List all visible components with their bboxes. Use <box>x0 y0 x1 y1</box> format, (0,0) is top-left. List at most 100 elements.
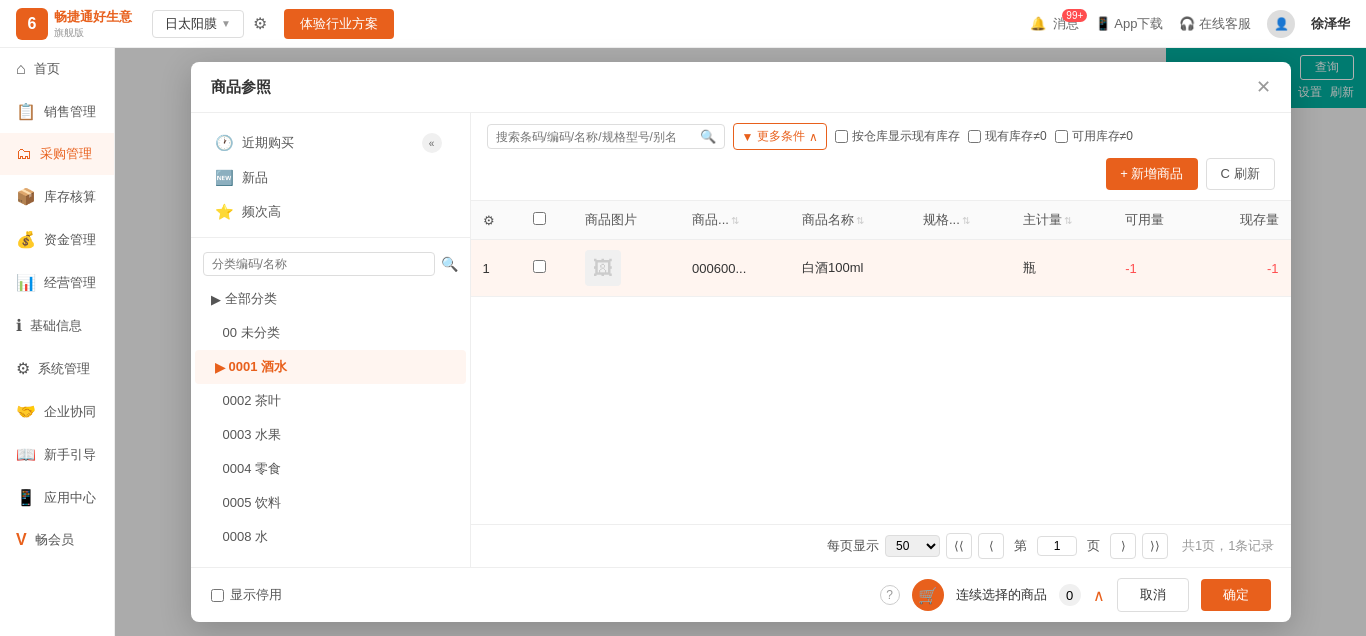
add-product-button[interactable]: + 新增商品 <box>1106 158 1197 190</box>
th-spec[interactable]: 规格...⇅ <box>911 201 1011 240</box>
new-icon: 🆕 <box>215 169 234 187</box>
page-last-btn[interactable]: ⟩⟩ <box>1142 533 1168 559</box>
confirm-button[interactable]: 确定 <box>1201 579 1271 611</box>
filter-recent[interactable]: 🕐 近期购买 « <box>203 125 458 161</box>
th-code[interactable]: 商品...⇅ <box>680 201 790 240</box>
per-page-label: 每页显示 <box>827 537 879 555</box>
checkbox-available-input[interactable] <box>1055 130 1068 143</box>
sidebar-item-basic-info[interactable]: ℹ 基础信息 <box>0 304 114 347</box>
filter-frequent[interactable]: ⭐ 频次高 <box>203 195 458 229</box>
cat-0010[interactable]: 0010 家电 <box>195 554 466 555</box>
row-img-cell: 🖼 <box>573 240 680 297</box>
topbar-right: 🔔 99+ 消息 📱 App下载 🎧 在线客服 👤 徐泽华 <box>1030 10 1350 38</box>
quick-filter-group: 🕐 近期购买 « 🆕 新品 ⭐ 频次高 <box>191 125 470 229</box>
cat-0008[interactable]: 0008 水 <box>195 520 466 554</box>
sidebar-item-home[interactable]: ⌂ 首页 <box>0 48 114 90</box>
cat-all[interactable]: ▶ 全部分类 <box>195 282 466 316</box>
cat-0005[interactable]: 0005 饮料 <box>195 486 466 520</box>
cat-0003[interactable]: 0003 水果 <box>195 418 466 452</box>
sidebar-item-purchase[interactable]: 🗂 采购管理 <box>0 133 114 175</box>
product-reference-modal: 商品参照 ✕ 🕐 近期购买 « 🆕 新品 ⭐ <box>191 62 1291 622</box>
th-settings[interactable]: ⚙ <box>471 201 522 240</box>
th-checkbox[interactable] <box>521 201 573 240</box>
sidebar-item-business[interactable]: 📊 经营管理 <box>0 261 114 304</box>
cat-label-0004: 0004 零食 <box>223 460 282 478</box>
show-disabled-checkbox[interactable] <box>211 589 224 602</box>
checkbox-stock-input[interactable] <box>968 130 981 143</box>
product-search-icon[interactable]: 🔍 <box>700 129 716 144</box>
frequent-icon: ⭐ <box>215 203 234 221</box>
category-search-icon[interactable]: 🔍 <box>441 256 458 272</box>
per-page-select[interactable]: 50 100 200 <box>885 535 940 557</box>
cart-icon[interactable]: 🛒 <box>912 579 944 611</box>
page-first-btn[interactable]: ⟨⟨ <box>946 533 972 559</box>
notification-bell[interactable]: 🔔 99+ 消息 <box>1030 15 1080 33</box>
row-checkbox[interactable] <box>533 260 546 273</box>
category-search-row: 🔍 <box>191 246 470 282</box>
help-icon[interactable]: ? <box>880 585 900 605</box>
checkbox-stock-nonzero[interactable]: 现有库存≠0 <box>968 128 1046 145</box>
row-no: 1 <box>471 240 522 297</box>
app-download[interactable]: 📱 App下载 <box>1095 15 1163 33</box>
sidebar-item-finance[interactable]: 💰 资金管理 <box>0 218 114 261</box>
settings-icon[interactable]: ⚙ <box>244 8 276 40</box>
checkbox-available-nonzero[interactable]: 可用库存≠0 <box>1055 128 1133 145</box>
show-disabled-label[interactable]: 显示停用 <box>211 586 282 604</box>
cat-label-all: 全部分类 <box>225 290 277 308</box>
category-search-input[interactable] <box>203 252 435 276</box>
filter-new[interactable]: 🆕 新品 <box>203 161 458 195</box>
sidebar-label-sales: 销售管理 <box>44 103 96 121</box>
cat-label-00: 00 未分类 <box>223 324 280 342</box>
checkbox-warehouse[interactable]: 按仓库显示现有库存 <box>835 128 960 145</box>
user-name[interactable]: 徐泽华 <box>1311 15 1350 33</box>
th-name[interactable]: 商品名称⇅ <box>790 201 911 240</box>
sidebar-item-sales[interactable]: 📋 销售管理 <box>0 90 114 133</box>
page-prev-btn[interactable]: ⟨ <box>978 533 1004 559</box>
online-service[interactable]: 🎧 在线客服 <box>1179 15 1251 33</box>
select-all-checkbox[interactable] <box>533 212 546 225</box>
refresh-button[interactable]: C 刷新 <box>1206 158 1275 190</box>
table-header-row: ⚙ 商品图片 商品...⇅ 商品名称⇅ 规格...⇅ 主计量⇅ 可用量 现存量 <box>471 201 1291 240</box>
footer-right: ? 🛒 连续选择的商品 0 ∧ 取消 确定 <box>880 578 1271 612</box>
trial-button[interactable]: 体验行业方案 <box>284 9 394 39</box>
product-search-input[interactable] <box>496 130 696 144</box>
modal-footer: 显示停用 ? 🛒 连续选择的商品 0 ∧ 取消 确定 <box>191 567 1291 622</box>
page-number-input[interactable] <box>1037 536 1077 556</box>
sidebar-item-system[interactable]: ⚙ 系统管理 <box>0 347 114 390</box>
collapse-left-btn[interactable]: « <box>422 133 442 153</box>
sidebar-item-guide[interactable]: 📖 新手引导 <box>0 433 114 476</box>
row-name: 白酒100ml <box>790 240 911 297</box>
cat-uncategorized[interactable]: 00 未分类 <box>195 316 466 350</box>
th-available: 可用量 <box>1113 201 1202 240</box>
cat-0002[interactable]: 0002 茶叶 <box>195 384 466 418</box>
product-table: ⚙ 商品图片 商品...⇅ 商品名称⇅ 规格...⇅ 主计量⇅ 可用量 现存量 <box>471 201 1291 297</box>
product-thumbnail: 🖼 <box>585 250 621 286</box>
cancel-button[interactable]: 取消 <box>1117 578 1189 612</box>
modal-header: 商品参照 ✕ <box>191 62 1291 113</box>
checkbox-warehouse-input[interactable] <box>835 130 848 143</box>
more-filter-button[interactable]: ▼ 更多条件 ∧ <box>733 123 828 150</box>
nav-selector[interactable]: 日太阳膜 ▼ <box>152 10 244 38</box>
cat-0001[interactable]: ▶ 0001 酒水 <box>195 350 466 384</box>
cat-0004[interactable]: 0004 零食 <box>195 452 466 486</box>
sales-icon: 📋 <box>16 102 36 121</box>
nav-arrow-icon: ▼ <box>221 18 231 29</box>
pagination: 每页显示 50 100 200 ⟨⟨ ⟨ 第 页 ⟩ ⟩⟩ 共1页，1条记录 <box>471 524 1291 567</box>
collapse-cart-icon[interactable]: ∧ <box>1093 586 1105 605</box>
sidebar-item-apps[interactable]: 📱 应用中心 <box>0 476 114 519</box>
th-unit[interactable]: 主计量⇅ <box>1011 201 1114 240</box>
sidebar-item-member[interactable]: V 畅会员 <box>0 519 114 561</box>
th-img: 商品图片 <box>573 201 680 240</box>
cat-label-0001: 0001 酒水 <box>229 358 288 376</box>
page-label-2: 页 <box>1087 537 1100 555</box>
guide-icon: 📖 <box>16 445 36 464</box>
row-checkbox-cell[interactable] <box>521 240 573 297</box>
sidebar-label-apps: 应用中心 <box>44 489 96 507</box>
filter-icon: ▼ <box>742 130 754 144</box>
bell-icon: 🔔 <box>1030 16 1046 31</box>
modal-close-icon[interactable]: ✕ <box>1256 76 1271 98</box>
sidebar-item-inventory[interactable]: 📦 库存核算 <box>0 175 114 218</box>
sidebar-item-collab[interactable]: 🤝 企业协同 <box>0 390 114 433</box>
modal-toolbar: 🔍 ▼ 更多条件 ∧ 按仓库显示现有库存 现有库存≠0 <box>471 113 1291 201</box>
page-next-btn[interactable]: ⟩ <box>1110 533 1136 559</box>
